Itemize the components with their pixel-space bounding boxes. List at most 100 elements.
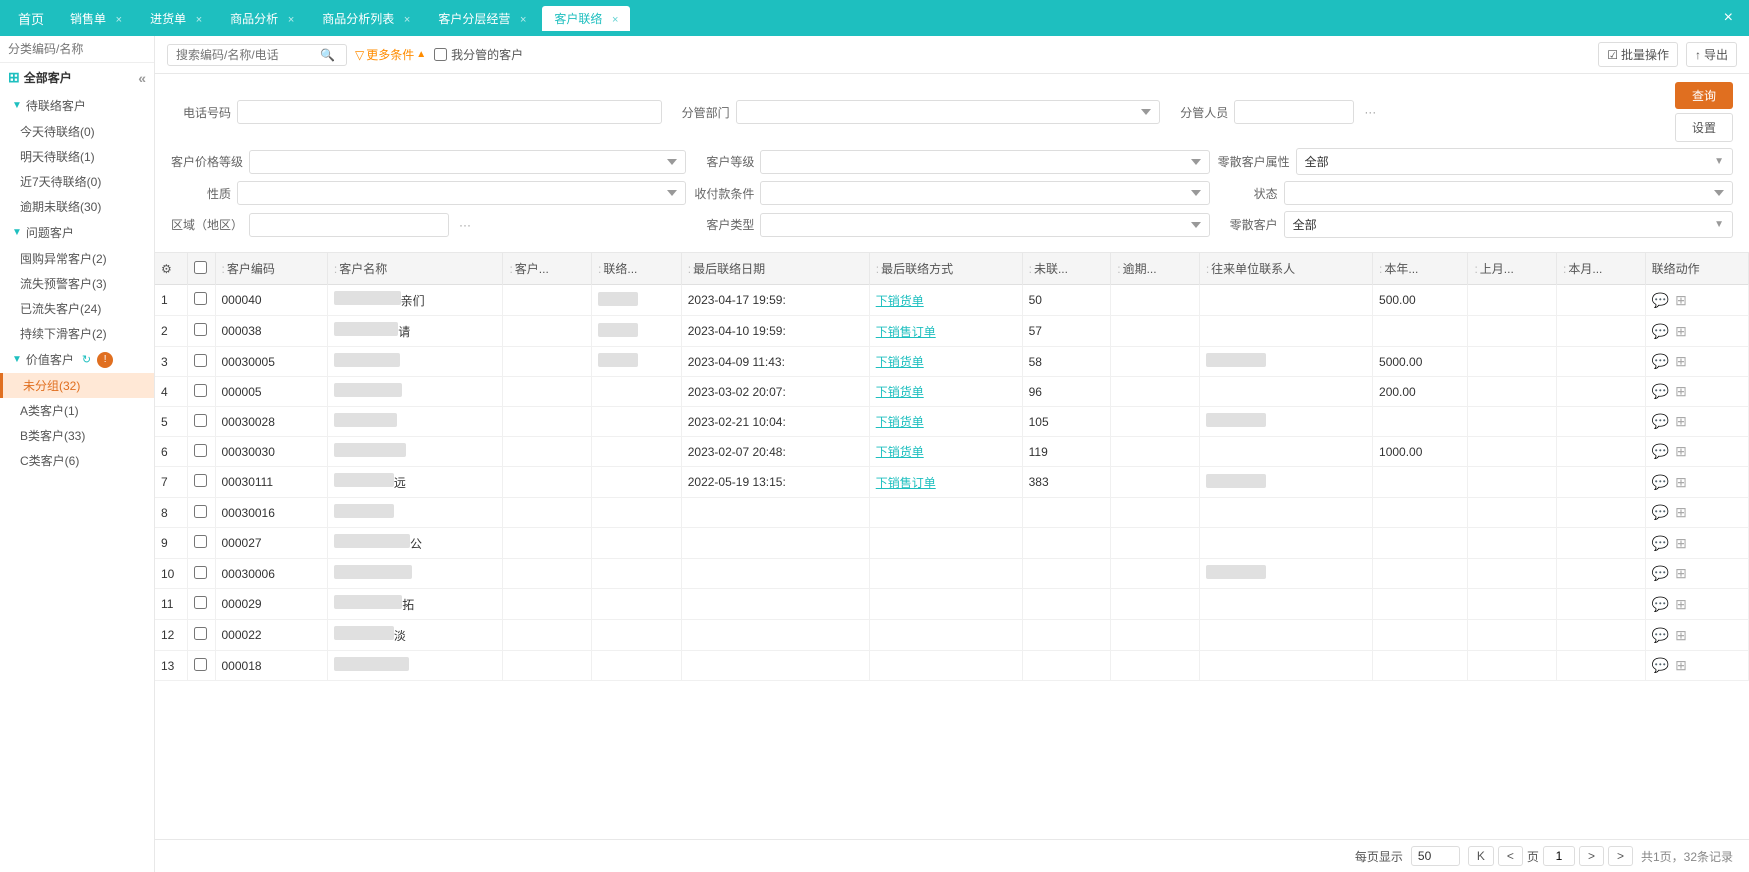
cell-checkbox[interactable] — [187, 651, 215, 681]
cell-checkbox[interactable] — [187, 285, 215, 316]
row-checkbox[interactable] — [194, 658, 207, 671]
price-level-select[interactable] — [249, 150, 686, 174]
sidebar-item-c-class[interactable]: C类客户(6) — [0, 448, 154, 473]
col-this-month[interactable]: :本月... — [1557, 253, 1646, 285]
value-refresh-icon[interactable]: ↻ — [82, 353, 91, 366]
cell-checkbox[interactable] — [187, 316, 215, 347]
problem-header[interactable]: ▼ 问题客户 — [0, 219, 154, 246]
comment-icon[interactable]: 💬 — [1652, 596, 1669, 613]
comment-icon[interactable]: 💬 — [1652, 504, 1669, 521]
contact-type-link[interactable]: 下销货单 — [876, 355, 924, 369]
sidebar-item-declining[interactable]: 持续下滑客户(2) — [0, 321, 154, 346]
more-conditions-btn[interactable]: ▽ 更多条件 ▲ — [355, 46, 426, 63]
cell-checkbox[interactable] — [187, 377, 215, 407]
comment-icon[interactable]: 💬 — [1652, 353, 1669, 370]
status-select[interactable] — [1284, 181, 1733, 205]
row-checkbox[interactable] — [194, 566, 207, 579]
grid-icon[interactable]: ⊞ — [1675, 535, 1687, 552]
cell-checkbox[interactable] — [187, 528, 215, 559]
value-header[interactable]: ▼ 价值客户 ↻ ! — [0, 346, 154, 373]
grid-icon[interactable]: ⊞ — [1675, 353, 1687, 370]
nature-select[interactable] — [237, 181, 686, 205]
row-checkbox[interactable] — [194, 414, 207, 427]
row-checkbox[interactable] — [194, 292, 207, 305]
manager-dots[interactable]: ··· — [1360, 105, 1380, 119]
retail-customer-select[interactable]: 全部 ▼ — [1284, 211, 1733, 238]
first-page-btn[interactable]: K — [1468, 846, 1494, 866]
sidebar-item-ungrouped[interactable]: 未分组(32) — [0, 373, 154, 398]
cell-checkbox[interactable] — [187, 407, 215, 437]
grid-icon[interactable]: ⊞ — [1675, 443, 1687, 460]
comment-icon[interactable]: 💬 — [1652, 657, 1669, 674]
sidebar-item-churned[interactable]: 已流失客户(24) — [0, 296, 154, 321]
grid-icon[interactable]: ⊞ — [1675, 565, 1687, 582]
nav-customer-contact-close[interactable]: × — [612, 14, 618, 26]
nav-customer-layer-close[interactable]: × — [520, 14, 526, 26]
col-checkbox[interactable] — [187, 253, 215, 285]
nav-sales-close[interactable]: × — [116, 14, 122, 26]
cell-checkbox[interactable] — [187, 559, 215, 589]
contact-type-link[interactable]: 下销售订单 — [876, 325, 936, 339]
cell-checkbox[interactable] — [187, 437, 215, 467]
nav-product-analysis-close[interactable]: × — [288, 14, 294, 26]
grid-icon[interactable]: ⊞ — [1675, 474, 1687, 491]
grid-icon[interactable]: ⊞ — [1675, 504, 1687, 521]
grid-icon[interactable]: ⊞ — [1675, 292, 1687, 309]
search-icon[interactable]: 🔍 — [320, 48, 335, 62]
sidebar-item-a-class[interactable]: A类客户(1) — [0, 398, 154, 423]
nav-customer-layer[interactable]: 客户分层经营 × — [426, 6, 538, 31]
comment-icon[interactable]: 💬 — [1652, 535, 1669, 552]
pending-header[interactable]: ▼ 待联络客户 — [0, 92, 154, 119]
next-page-btn[interactable]: > — [1579, 846, 1604, 866]
my-customers-checkbox[interactable] — [434, 48, 447, 61]
retail-attr-select[interactable]: 全部 ▼ — [1296, 148, 1733, 175]
col-last-date[interactable]: :最后联络日期 — [681, 253, 869, 285]
row-checkbox[interactable] — [194, 505, 207, 518]
sidebar-item-b-class[interactable]: B类客户(33) — [0, 423, 154, 448]
cell-checkbox[interactable] — [187, 589, 215, 620]
row-checkbox[interactable] — [194, 323, 207, 336]
sidebar-search-input[interactable] — [8, 42, 155, 56]
contact-type-link[interactable]: 下销货单 — [876, 294, 924, 308]
col-contact[interactable]: :联络... — [592, 253, 682, 285]
col-name[interactable]: :客户名称 — [327, 253, 503, 285]
grid-icon[interactable]: ⊞ — [1675, 596, 1687, 613]
batch-ops-button[interactable]: ☑ 批量操作 — [1598, 42, 1678, 67]
select-all-checkbox[interactable] — [194, 261, 207, 274]
page-size-select[interactable]: 50 100 200 — [1411, 846, 1460, 866]
col-last-type[interactable]: :最后联络方式 — [869, 253, 1022, 285]
sidebar-item-7days-pending[interactable]: 近7天待联络(0) — [0, 169, 154, 194]
row-checkbox[interactable] — [194, 444, 207, 457]
reset-button[interactable]: 设置 — [1675, 113, 1733, 142]
search-input[interactable] — [176, 48, 316, 62]
col-settings[interactable]: ⚙ — [155, 253, 187, 285]
customer-type-select[interactable] — [760, 213, 1209, 237]
nav-purchase[interactable]: 进货单 × — [138, 6, 214, 31]
my-customers-checkbox-label[interactable]: 我分管的客户 — [434, 46, 523, 63]
row-checkbox[interactable] — [194, 535, 207, 548]
nav-product-analysis-list-close[interactable]: × — [404, 14, 410, 26]
comment-icon[interactable]: 💬 — [1652, 474, 1669, 491]
contact-type-link[interactable]: 下销货单 — [876, 445, 924, 459]
nav-sales[interactable]: 销售单 × — [58, 6, 134, 31]
row-checkbox[interactable] — [194, 474, 207, 487]
contact-type-link[interactable]: 下销售订单 — [876, 476, 936, 490]
grid-icon[interactable]: ⊞ — [1675, 323, 1687, 340]
comment-icon[interactable]: 💬 — [1652, 443, 1669, 460]
top-close-btn[interactable]: × — [1716, 9, 1741, 27]
cell-checkbox[interactable] — [187, 620, 215, 651]
grid-icon[interactable]: ⊞ — [1675, 657, 1687, 674]
area-dots[interactable]: ··· — [455, 218, 475, 232]
nav-customer-contact[interactable]: 客户联络 × — [542, 6, 630, 31]
sidebar-item-hoarding[interactable]: 囤购异常客户(2) — [0, 246, 154, 271]
query-button[interactable]: 查询 — [1675, 82, 1733, 109]
cell-checkbox[interactable] — [187, 467, 215, 498]
export-button[interactable]: ↑ 导出 — [1686, 42, 1737, 67]
comment-icon[interactable]: 💬 — [1652, 565, 1669, 582]
sidebar-item-churn-warning[interactable]: 流失预警客户(3) — [0, 271, 154, 296]
col-customer[interactable]: :客户... — [503, 253, 592, 285]
grid-icon[interactable]: ⊞ — [1675, 413, 1687, 430]
col-last-month[interactable]: :上月... — [1468, 253, 1557, 285]
comment-icon[interactable]: 💬 — [1652, 383, 1669, 400]
all-customers-header[interactable]: ⊞ 全部客户 « — [0, 63, 154, 92]
